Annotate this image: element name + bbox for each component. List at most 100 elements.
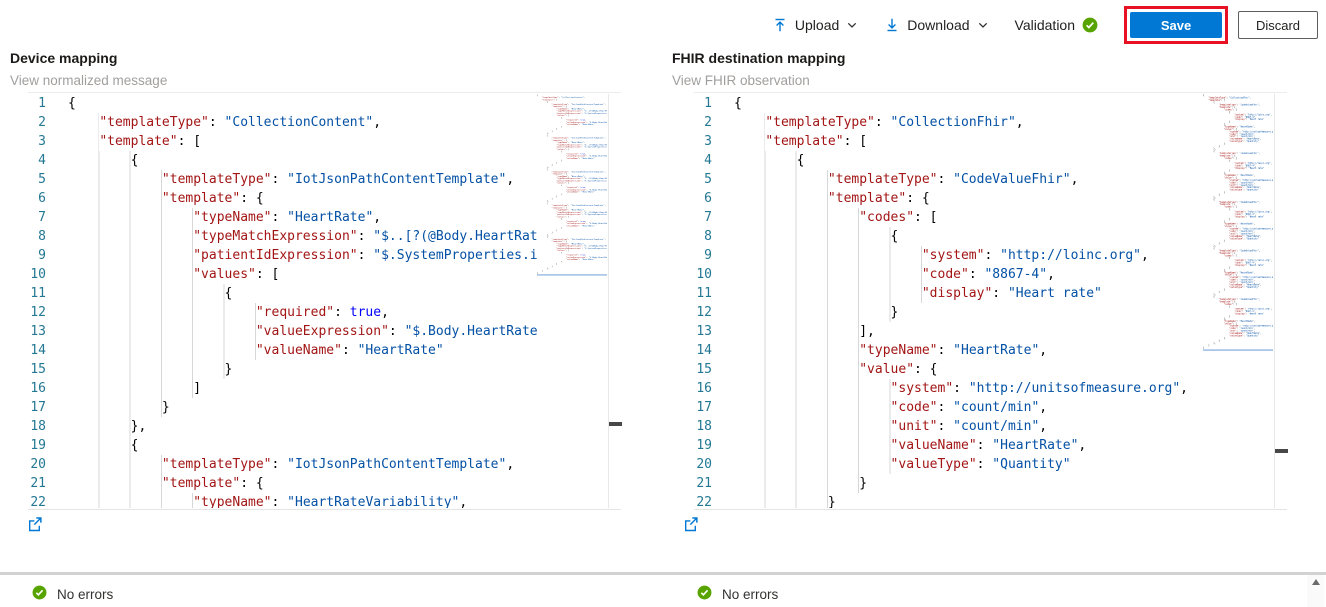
code-line[interactable]: "system": "http://loinc.org",: [734, 246, 1203, 265]
line-number[interactable]: 1: [28, 94, 46, 113]
line-number[interactable]: 20: [28, 455, 46, 474]
code-line[interactable]: "valueName": "HeartRate",: [734, 436, 1203, 455]
code-line[interactable]: }: [734, 493, 1203, 508]
line-number[interactable]: 9: [28, 246, 46, 265]
code-line[interactable]: "valueType": "Quantity": [734, 455, 1203, 474]
line-number[interactable]: 20: [694, 455, 712, 474]
minimap[interactable]: { "templateType": "CollectionFhir", "tem…: [1203, 94, 1273, 508]
code-line[interactable]: "valueName": "HeartRate": [68, 341, 537, 360]
line-number[interactable]: 21: [694, 474, 712, 493]
save-button[interactable]: Save: [1130, 12, 1222, 38]
code-line[interactable]: "patientIdExpression": "$.SystemProperti…: [68, 246, 537, 265]
code-area[interactable]: 1 2 3 4 5 6 7 8 9 10 11 12 13 14 15 16 17 18 19 20 21 22 { "t…: [694, 94, 1203, 508]
line-number[interactable]: 8: [28, 227, 46, 246]
code-line[interactable]: "typeMatchExpression": "$..[?(@Body.Hear…: [68, 227, 537, 246]
upload-button[interactable]: Upload: [772, 17, 858, 33]
code-line[interactable]: "system": "http://unitsofmeasure.org",: [734, 379, 1203, 398]
code-line[interactable]: "template": {: [68, 189, 537, 208]
line-number[interactable]: 18: [28, 417, 46, 436]
line-number[interactable]: 19: [28, 436, 46, 455]
line-number[interactable]: 13: [694, 322, 712, 341]
fhir-mapping-editor[interactable]: 1 2 3 4 5 6 7 8 9 10 11 12 13 14 15 16 17 18 19 20 21 22 { "t…: [694, 92, 1288, 510]
code-line[interactable]: "unit": "count/min",: [734, 417, 1203, 436]
line-number[interactable]: 4: [28, 151, 46, 170]
code-line[interactable]: "typeName": "HeartRateVariability",: [68, 493, 537, 508]
line-number[interactable]: 9: [694, 246, 712, 265]
line-number[interactable]: 14: [694, 341, 712, 360]
line-number[interactable]: 2: [694, 113, 712, 132]
code-line[interactable]: "templateType": "IotJsonPathContentTempl…: [68, 170, 537, 189]
code-line[interactable]: {: [68, 151, 537, 170]
scrollbar-up-button[interactable]: [1307, 575, 1324, 607]
code-line[interactable]: "typeName": "HeartRate",: [734, 341, 1203, 360]
line-number[interactable]: 3: [694, 132, 712, 151]
line-number[interactable]: 6: [694, 189, 712, 208]
line-number[interactable]: 18: [694, 417, 712, 436]
code-line[interactable]: {: [734, 151, 1203, 170]
line-number[interactable]: 2: [28, 113, 46, 132]
line-number[interactable]: 10: [694, 265, 712, 284]
code-line[interactable]: {: [68, 284, 537, 303]
validation-button[interactable]: Validation: [1015, 17, 1098, 33]
code-line[interactable]: {: [734, 94, 1203, 113]
view-normalized-message-link[interactable]: View normalized message: [10, 73, 167, 88]
code-line[interactable]: "template": {: [734, 189, 1203, 208]
line-number[interactable]: 5: [694, 170, 712, 189]
code-line[interactable]: "templateType": "IotJsonPathContentTempl…: [68, 455, 537, 474]
line-number[interactable]: 11: [28, 284, 46, 303]
code-line[interactable]: "code": "8867-4",: [734, 265, 1203, 284]
line-number[interactable]: 5: [28, 170, 46, 189]
code-line[interactable]: "template": [: [68, 132, 537, 151]
line-number[interactable]: 16: [28, 379, 46, 398]
line-number[interactable]: 14: [28, 341, 46, 360]
code-line[interactable]: "codes": [: [734, 208, 1203, 227]
code-line[interactable]: "code": "count/min",: [734, 398, 1203, 417]
line-number[interactable]: 13: [28, 322, 46, 341]
code-line[interactable]: ],: [734, 322, 1203, 341]
discard-button[interactable]: Discard: [1238, 11, 1318, 39]
line-number[interactable]: 17: [694, 398, 712, 417]
view-fhir-observation-link[interactable]: View FHIR observation: [672, 73, 810, 88]
line-number-gutter[interactable]: 1 2 3 4 5 6 7 8 9 10 11 12 13 14 15 16 17 18 19 20 21 22: [694, 94, 712, 508]
line-number-gutter[interactable]: 1 2 3 4 5 6 7 8 9 10 11 12 13 14 15 16 17 18 19 20 21 22: [28, 94, 46, 508]
code-line[interactable]: "templateType": "CollectionContent",: [68, 113, 537, 132]
line-number[interactable]: 19: [694, 436, 712, 455]
code-line[interactable]: "templateType": "CollectionFhir",: [734, 113, 1203, 132]
line-number[interactable]: 12: [28, 303, 46, 322]
code-line[interactable]: {: [734, 227, 1203, 246]
line-number[interactable]: 15: [694, 360, 712, 379]
line-number[interactable]: 11: [694, 284, 712, 303]
expand-fhir-editor-button[interactable]: [681, 515, 701, 535]
code-line[interactable]: "values": [: [68, 265, 537, 284]
line-number[interactable]: 10: [28, 265, 46, 284]
code-area[interactable]: 1 2 3 4 5 6 7 8 9 10 11 12 13 14 15 16 17 18 19 20 21 22 { "t…: [28, 94, 537, 508]
code-content[interactable]: { "templateType": "CollectionFhir", "tem…: [734, 94, 1203, 508]
line-number[interactable]: 16: [694, 379, 712, 398]
code-line[interactable]: },: [68, 417, 537, 436]
line-number[interactable]: 12: [694, 303, 712, 322]
code-line[interactable]: "template": [: [734, 132, 1203, 151]
line-number[interactable]: 17: [28, 398, 46, 417]
code-line[interactable]: }: [734, 303, 1203, 322]
line-number[interactable]: 22: [28, 493, 46, 508]
minimap[interactable]: { "templateType": "CollectionContent", "…: [537, 94, 607, 508]
code-line[interactable]: "required": true,: [68, 303, 537, 322]
device-mapping-editor[interactable]: 1 2 3 4 5 6 7 8 9 10 11 12 13 14 15 16 17 18 19 20 21 22 { "t…: [28, 92, 622, 510]
code-line[interactable]: {: [68, 94, 537, 113]
code-line[interactable]: }: [68, 360, 537, 379]
code-line[interactable]: "template": {: [68, 474, 537, 493]
line-number[interactable]: 15: [28, 360, 46, 379]
line-number[interactable]: 21: [28, 474, 46, 493]
code-line[interactable]: {: [68, 436, 537, 455]
line-number[interactable]: 1: [694, 94, 712, 113]
line-number[interactable]: 7: [694, 208, 712, 227]
code-line[interactable]: ]: [68, 379, 537, 398]
code-content[interactable]: { "templateType": "CollectionContent", "…: [68, 94, 537, 508]
expand-device-editor-button[interactable]: [25, 515, 45, 535]
line-number[interactable]: 8: [694, 227, 712, 246]
code-line[interactable]: "value": {: [734, 360, 1203, 379]
line-number[interactable]: 4: [694, 151, 712, 170]
code-line[interactable]: }: [734, 474, 1203, 493]
download-button[interactable]: Download: [884, 17, 988, 33]
line-number[interactable]: 3: [28, 132, 46, 151]
